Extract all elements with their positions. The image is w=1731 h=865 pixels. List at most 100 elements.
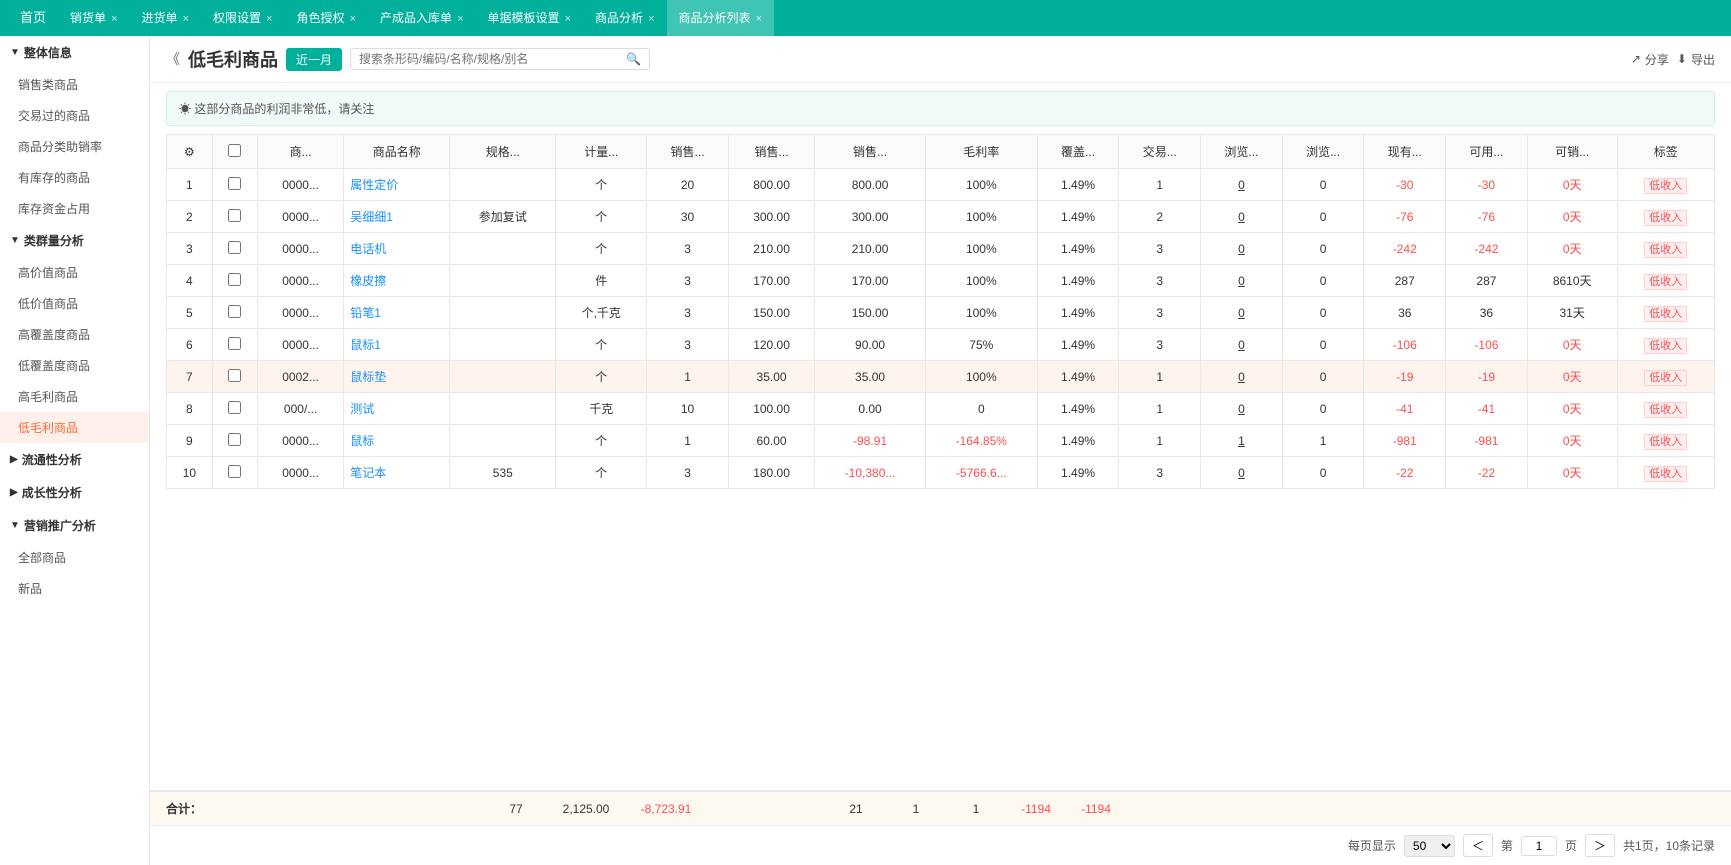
share-button[interactable]: ↗ 分享 [1631,51,1669,68]
nav-close-product-in[interactable]: × [454,13,463,25]
next-page-button[interactable]: ＞ [1585,834,1615,857]
row-view1[interactable]: 0 [1201,169,1283,201]
row-checkbox[interactable] [212,297,257,329]
row-unit: 个 [556,425,647,457]
row-view1[interactable]: 0 [1201,361,1283,393]
row-name[interactable]: 鼠标 [344,425,450,457]
row-sale-qty: 10 [647,393,729,425]
row-unit: 个 [556,233,647,265]
sidebar-item-high-coverage[interactable]: 高覆盖度商品 [0,319,149,350]
sidebar-item-high-value[interactable]: 高价值商品 [0,257,149,288]
row-spec [450,361,556,393]
row-name[interactable]: 吴细细1 [344,201,450,233]
sidebar-group-marketing[interactable]: ▼ 营销推广分析 [0,509,149,542]
sidebar-group-cluster[interactable]: ▼ 类群量分析 [0,224,149,257]
export-icon: ⬇ [1677,52,1687,66]
row-name[interactable]: 属性定价 [344,169,450,201]
row-name[interactable]: 橡皮擦 [344,265,450,297]
nav-close-analysis[interactable]: × [645,13,654,25]
row-view1[interactable]: 0 [1201,457,1283,489]
row-tag: 低收入 [1617,457,1714,489]
row-no: 10 [167,457,213,489]
row-checkbox[interactable] [212,393,257,425]
row-name[interactable]: 鼠标垫 [344,361,450,393]
nav-close-sales[interactable]: × [108,13,117,25]
sidebar-item-low-value[interactable]: 低价值商品 [0,288,149,319]
row-checkbox[interactable] [212,233,257,265]
nav-analysis-list[interactable]: 商品分析列表 × [667,0,775,36]
prev-page-button[interactable]: ＜ [1463,834,1493,857]
page-number-input[interactable] [1521,836,1557,856]
col-spec: 规格... [450,135,556,169]
row-coverage: 1.49% [1037,265,1119,297]
sidebar-item-sales-goods[interactable]: 销售类商品 [0,69,149,100]
row-no: 4 [167,265,213,297]
row-view1[interactable]: 0 [1201,265,1283,297]
header-actions: ↗ 分享 ⬇ 导出 [1631,51,1715,68]
row-name[interactable]: 鼠标1 [344,329,450,361]
row-spec: 535 [450,457,556,489]
footer-sale-qty: 77 [486,802,546,816]
nav-template[interactable]: 单据模板设置 × [476,0,584,36]
chevron-right-icon: ▶ [10,454,18,465]
sidebar-item-inventory-goods[interactable]: 有库存的商品 [0,162,149,193]
row-name[interactable]: 笔记本 [344,457,450,489]
nav-close-template[interactable]: × [562,13,571,25]
row-checkbox[interactable] [212,169,257,201]
sidebar-item-high-margin[interactable]: 高毛利商品 [0,381,149,412]
page-size-select[interactable]: 50 100 200 [1404,835,1455,857]
table-row: 4 0000... 橡皮擦 件 3 170.00 170.00 100% 1.4… [167,265,1715,297]
col-available: 可用... [1446,135,1528,169]
row-checkbox[interactable] [212,361,257,393]
nav-close-purchase[interactable]: × [180,13,189,25]
row-checkbox[interactable] [212,265,257,297]
row-sale-qty: 3 [647,233,729,265]
row-checkbox[interactable] [212,201,257,233]
row-view1[interactable]: 0 [1201,393,1283,425]
nav-roles[interactable]: 角色授权 × [285,0,369,36]
nav-close-roles[interactable]: × [347,13,356,25]
select-all-checkbox[interactable] [228,144,241,157]
sidebar-item-category-rate[interactable]: 商品分类助销率 [0,131,149,162]
nav-close-permissions[interactable]: × [263,13,272,25]
nav-purchase[interactable]: 进货单 × [130,0,202,36]
nav-permissions[interactable]: 权限设置 × [201,0,285,36]
row-name[interactable]: 铅笔1 [344,297,450,329]
nav-product-in[interactable]: 产成品入库单 × [368,0,476,36]
row-name[interactable]: 电话机 [344,233,450,265]
row-checkbox[interactable] [212,425,257,457]
sidebar-group-growth[interactable]: ▶ 成长性分析 [0,476,149,509]
sidebar-item-low-margin[interactable]: 低毛利商品 [0,412,149,443]
row-view1[interactable]: 1 [1201,425,1283,457]
sidebar-item-all-goods[interactable]: 全部商品 [0,542,149,573]
sidebar-item-traded-goods[interactable]: 交易过的商品 [0,100,149,131]
nav-close-analysis-list[interactable]: × [753,13,762,25]
sidebar-item-inventory-capital[interactable]: 库存资金占用 [0,193,149,224]
nav-analysis[interactable]: 商品分析 × [583,0,667,36]
row-unit: 千克 [556,393,647,425]
row-tag: 低收入 [1617,169,1714,201]
row-checkbox[interactable] [212,329,257,361]
row-gross-rate: 100% [925,233,1037,265]
row-view1[interactable]: 0 [1201,233,1283,265]
nav-home[interactable]: 首页 [8,0,58,36]
sidebar-item-low-coverage[interactable]: 低覆盖度商品 [0,350,149,381]
row-checkbox[interactable] [212,457,257,489]
row-view1[interactable]: 0 [1201,201,1283,233]
nav-sales[interactable]: 销货单 × [58,0,130,36]
row-saleable: 0天 [1527,233,1617,265]
search-input[interactable] [359,52,622,66]
row-view1[interactable]: 0 [1201,329,1283,361]
col-settings[interactable]: ⚙ [167,135,213,169]
sidebar-item-new-goods[interactable]: 新品 [0,573,149,604]
collapse-sidebar-button[interactable]: 《 [166,49,180,69]
date-filter-button[interactable]: 近一月 [286,48,342,71]
col-checkbox[interactable] [212,135,257,169]
row-name[interactable]: 测试 [344,393,450,425]
row-available: -242 [1446,233,1528,265]
sidebar-group-flow[interactable]: ▶ 流通性分析 [0,443,149,476]
search-icon[interactable]: 🔍 [626,52,641,66]
export-button[interactable]: ⬇ 导出 [1677,51,1715,68]
row-view1[interactable]: 0 [1201,297,1283,329]
sidebar-group-overall[interactable]: ▼ 整体信息 [0,36,149,69]
